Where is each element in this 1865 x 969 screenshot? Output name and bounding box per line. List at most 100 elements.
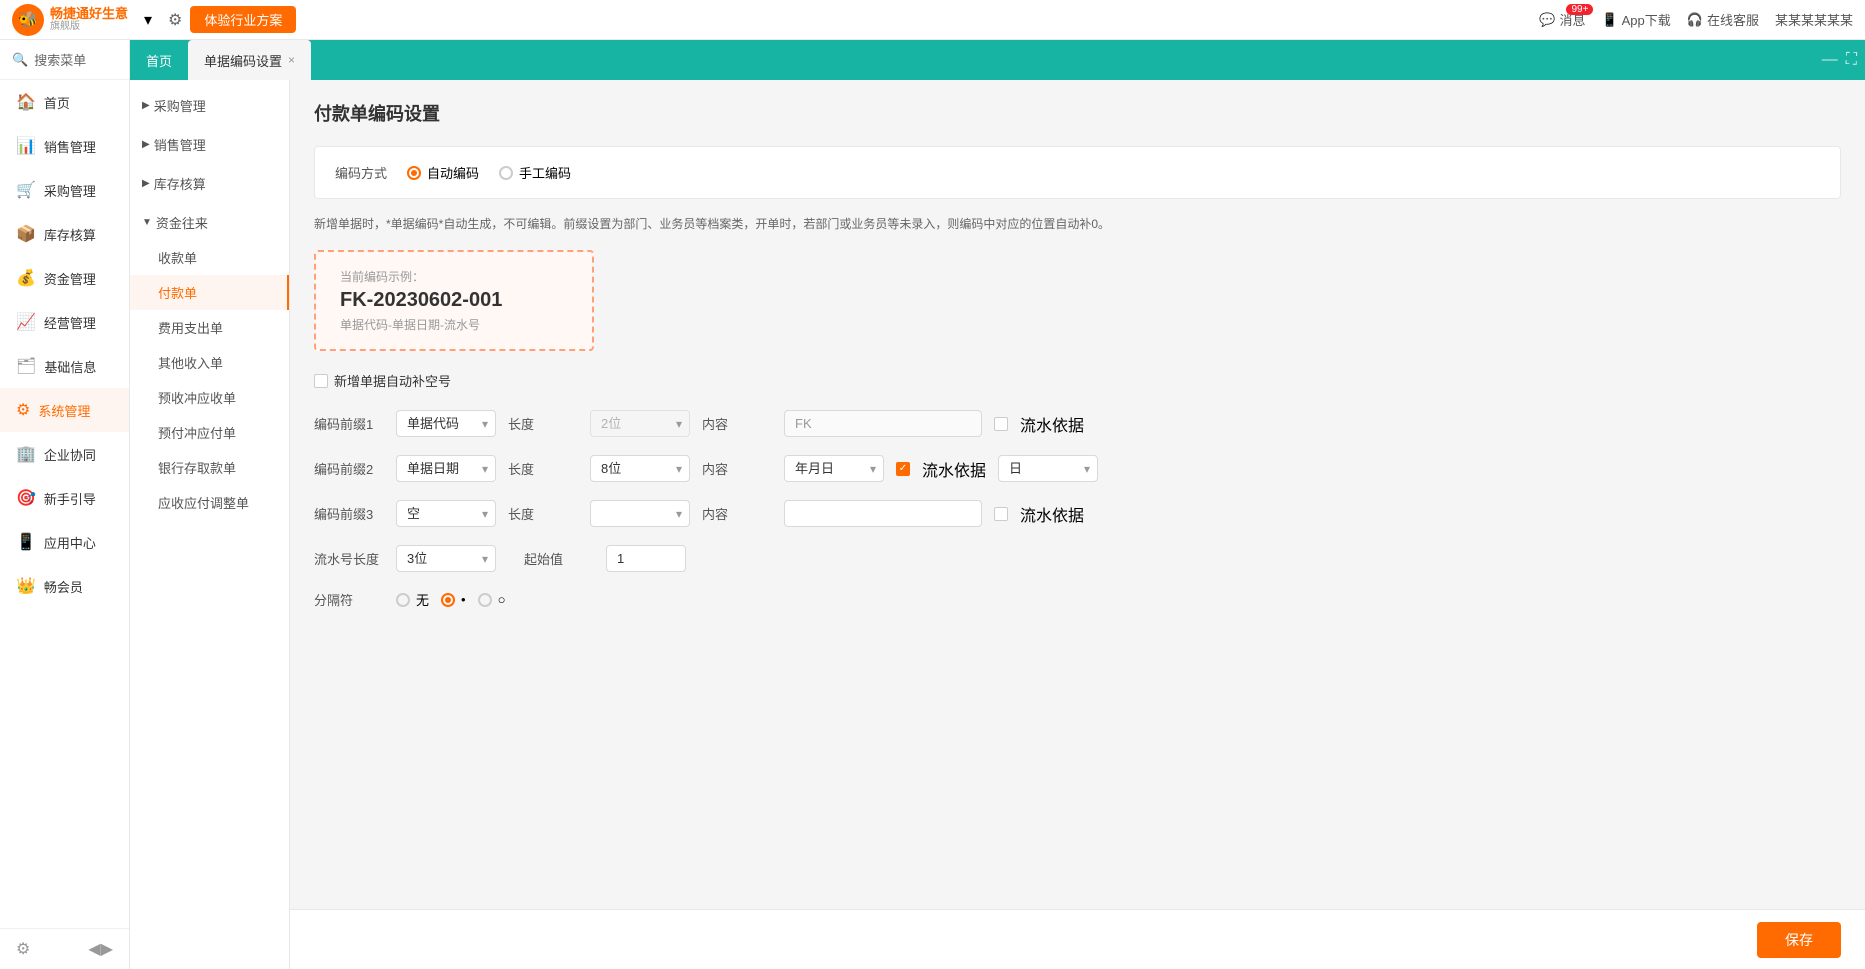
- sidebar-item-sales[interactable]: 📊 销售管理: [0, 124, 129, 168]
- message-item[interactable]: 💬 消息 99+: [1539, 10, 1585, 29]
- tab-minimize-icon[interactable]: —: [1822, 51, 1838, 69]
- separator-label: 分隔符: [314, 590, 384, 609]
- tab-home[interactable]: 首页: [130, 40, 188, 80]
- tab-active[interactable]: 单据编码设置 ×: [188, 40, 311, 80]
- form-area: 付款单编码设置 编码方式 自动编码 手工编码: [290, 80, 1865, 909]
- purchase-icon: 🛒: [16, 180, 36, 200]
- separator-circle-radio[interactable]: [478, 593, 492, 607]
- auto-code-radio[interactable]: [407, 166, 421, 180]
- app-center-icon: 📱: [16, 532, 36, 552]
- separator-dot-radio[interactable]: [441, 593, 455, 607]
- sub-sidebar-title-inventory[interactable]: ▶ 库存核算: [130, 166, 289, 201]
- sidebar-item-member[interactable]: 👑 畅会员: [0, 564, 129, 608]
- length-select-2[interactable]: 8位: [590, 455, 690, 482]
- prefix-select-2[interactable]: 单据日期: [396, 455, 496, 482]
- water-unit-select-2[interactable]: 日: [998, 455, 1098, 482]
- tab-maximize-icon[interactable]: ⛶: [1846, 51, 1857, 69]
- content-select-wrapper-2: 年月日: [784, 455, 884, 482]
- serial-length-select[interactable]: 3位: [396, 545, 496, 572]
- start-value-input[interactable]: [606, 545, 686, 572]
- length-select-3[interactable]: [590, 500, 690, 527]
- save-button[interactable]: 保存: [1757, 922, 1841, 958]
- sidebar-item-basic[interactable]: 🗂 基础信息: [0, 344, 129, 388]
- water-label-1: 流水依据: [1020, 412, 1084, 436]
- length-select-wrapper-1: 2位: [590, 410, 690, 437]
- member-icon: 👑: [16, 576, 36, 596]
- sub-sidebar-item-receipt[interactable]: 收款单: [130, 240, 289, 275]
- sidebar-item-system[interactable]: ⚙ 系统管理: [0, 388, 129, 432]
- auto-code-option[interactable]: 自动编码: [407, 163, 479, 182]
- sub-sidebar-item-pre-receipt[interactable]: 预收冲应收单: [130, 380, 289, 415]
- serial-length-wrapper: 3位: [396, 545, 496, 572]
- sub-sidebar-title-purchase[interactable]: ▶ 采购管理: [130, 88, 289, 123]
- content-label-1: 内容: [702, 414, 772, 433]
- sidebar-search[interactable]: 🔍 搜索菜单: [0, 40, 129, 80]
- sidebar-nav: 🏠 首页 📊 销售管理 🛒 采购管理 📦 库存核算 💰 资金管理 📈 经: [0, 80, 129, 928]
- prefix-select-3[interactable]: 空: [396, 500, 496, 527]
- sidebar-item-purchase[interactable]: 🛒 采购管理: [0, 168, 129, 212]
- sub-sidebar-group-inventory: ▶ 库存核算: [130, 166, 289, 201]
- separator-dot-option[interactable]: •: [441, 592, 466, 607]
- sub-sidebar-group-finance: ▼ 资金往来 收款单 付款单 费用支出单 其他收入单: [130, 205, 289, 520]
- serial-row: 流水号长度 3位 起始值: [314, 545, 1841, 572]
- water-checkbox-3[interactable]: [994, 507, 1008, 521]
- separator-none-option[interactable]: 无: [396, 590, 429, 609]
- chevron-down-icon: ▾: [144, 10, 152, 30]
- separator-none-radio[interactable]: [396, 593, 410, 607]
- sub-sidebar-item-adjustment[interactable]: 应收应付调整单: [130, 485, 289, 520]
- sub-sidebar-item-pre-payment[interactable]: 预付冲应付单: [130, 415, 289, 450]
- sidebar-item-home[interactable]: 🏠 首页: [0, 80, 129, 124]
- group-label: 销售管理: [154, 135, 206, 154]
- sub-sidebar-item-payment[interactable]: 付款单: [130, 275, 289, 310]
- settings-bottom-icon[interactable]: ⚙: [16, 939, 30, 959]
- separator-circle-label: ○: [498, 592, 506, 607]
- sidebar-item-inventory[interactable]: 📦 库存核算: [0, 212, 129, 256]
- arrow-right-icon: ▶: [142, 139, 150, 150]
- sidebar-item-label: 经营管理: [44, 313, 96, 332]
- prefix-row-2: 编码前缀2 单据日期 长度 8位 内容: [314, 455, 1841, 482]
- sub-sidebar-title-sales[interactable]: ▶ 销售管理: [130, 127, 289, 162]
- prefix-select-1[interactable]: 单据代码: [396, 410, 496, 437]
- collapse-icon[interactable]: ◀▶: [88, 939, 113, 959]
- auto-fill-checkbox[interactable]: [314, 374, 328, 388]
- gear-icon[interactable]: ⚙: [168, 10, 182, 30]
- sub-sidebar: ▶ 采购管理 ▶ 销售管理 ▶ 库存核算: [130, 80, 290, 969]
- sub-sidebar-item-expense[interactable]: 费用支出单: [130, 310, 289, 345]
- sub-sidebar-item-other-income[interactable]: 其他收入单: [130, 345, 289, 380]
- sidebar-item-guide[interactable]: 🎯 新手引导: [0, 476, 129, 520]
- sidebar-item-operations[interactable]: 📈 经营管理: [0, 300, 129, 344]
- guide-icon: 🎯: [16, 488, 36, 508]
- manual-code-radio[interactable]: [499, 166, 513, 180]
- online-service-label: 在线客服: [1707, 10, 1759, 29]
- serial-length-label: 流水号长度: [314, 549, 384, 568]
- topbar-dropdown[interactable]: ▾: [136, 10, 160, 30]
- sub-sidebar-item-bank[interactable]: 银行存取款单: [130, 450, 289, 485]
- water-checkbox-1[interactable]: [994, 417, 1008, 431]
- auto-fill-label: 新增单据自动补空号: [334, 371, 451, 390]
- sidebar-item-finance[interactable]: 💰 资金管理: [0, 256, 129, 300]
- code-preview-box: 当前编码示例： FK-20230602-001 单据代码-单据日期-流水号: [314, 250, 594, 351]
- arrow-right-icon: ▶: [142, 100, 150, 111]
- coding-method-label: 编码方式: [335, 163, 387, 182]
- sidebar-item-enterprise[interactable]: 🏢 企业协同: [0, 432, 129, 476]
- manual-code-option[interactable]: 手工编码: [499, 163, 571, 182]
- sidebar-item-app-center[interactable]: 📱 应用中心: [0, 520, 129, 564]
- water-checkbox-2[interactable]: [896, 462, 910, 476]
- trial-button[interactable]: 体验行业方案: [190, 6, 296, 33]
- auto-code-label: 自动编码: [427, 163, 479, 182]
- separator-circle-option[interactable]: ○: [478, 592, 506, 607]
- tab-close-icon[interactable]: ×: [288, 53, 295, 67]
- sub-sidebar-title-finance[interactable]: ▼ 资金往来: [130, 205, 289, 240]
- message-icon: 💬: [1539, 12, 1555, 28]
- online-service-item[interactable]: 🎧 在线客服: [1687, 10, 1759, 29]
- sidebar-item-label: 应用中心: [44, 533, 96, 552]
- start-value-label: 起始值: [524, 549, 594, 568]
- content-label-2: 内容: [702, 459, 772, 478]
- content-select-2[interactable]: 年月日: [784, 455, 884, 482]
- length-label-1: 长度: [508, 414, 578, 433]
- user-item[interactable]: 某某某某某某: [1775, 10, 1853, 29]
- headset-icon: 🎧: [1687, 12, 1703, 28]
- app-download-item[interactable]: 📱 App下载: [1601, 10, 1670, 29]
- arrow-right-icon: ▶: [142, 178, 150, 189]
- separator-dot-label: •: [461, 592, 466, 607]
